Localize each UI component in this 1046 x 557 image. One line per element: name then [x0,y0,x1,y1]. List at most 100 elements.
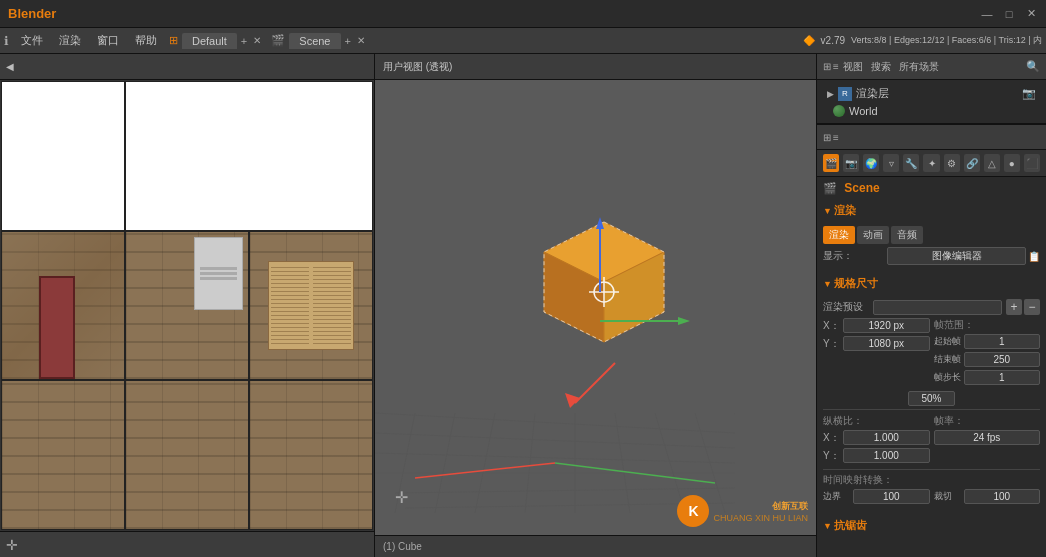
render-layer-label: 渲染层 [856,86,889,101]
svg-line-16 [415,463,555,478]
display-row: 显示： 图像编辑器 📋 [823,247,1040,265]
maximize-button[interactable]: □ [1002,7,1016,21]
render-layer-item[interactable]: ▶ R 渲染层 📷 [821,84,1042,103]
close-button[interactable]: ✕ [1024,7,1038,21]
pct-row: 50% [823,391,1040,406]
grid-cell-7[interactable] [1,380,125,530]
door-element [39,276,76,379]
prop-particle-icon[interactable]: ✦ [923,154,939,172]
prop-data-icon[interactable]: △ [984,154,1000,172]
grid-cell-2-3[interactable] [125,81,373,231]
grid-cell-9[interactable] [249,380,373,530]
display-value[interactable]: 图像编辑器 [887,247,1026,265]
time-new-group: 裁切 100 [934,489,1041,507]
nav-crosshair[interactable]: ✛ [6,537,18,553]
time-old-group: 边界 100 [823,489,930,507]
z-axis-arrow [565,353,625,413]
render-tabs-row: 渲染 动画 音频 [823,226,1040,244]
prop-material-icon[interactable]: ● [1004,154,1020,172]
render-section-title[interactable]: 渲染 [817,199,1046,222]
res-x-value[interactable]: 1920 px [843,318,930,333]
svg-line-11 [615,413,630,513]
render-layer-expand-icon: ▶ [827,89,834,99]
tab-add-button[interactable]: + [241,35,247,47]
end-frame-row: 结束帧 250 [934,352,1041,367]
render-section: 渲染 渲染 动画 音频 显示： 图像编辑器 📋 [817,199,1046,272]
grid-cell-4[interactable] [1,231,125,381]
preset-value[interactable] [873,300,1002,315]
workspace-icon: ⊞ [169,34,178,47]
search-icon[interactable]: 🔍 [1026,60,1040,73]
antialias-section-title[interactable]: 抗锯齿 [817,514,1046,537]
time-old-value[interactable]: 100 [853,489,930,504]
scene-tab-close-button[interactable]: ✕ [357,35,365,46]
prop-texture-icon[interactable]: ⬛ [1024,154,1040,172]
grid-cell-5[interactable] [125,231,249,381]
aspect-y-value[interactable]: 1.000 [843,448,930,463]
menu-file[interactable]: 文件 [13,28,51,53]
preset-add-btn[interactable]: + [1006,299,1022,315]
all-scenes-btn[interactable]: 所有场景 [895,60,943,74]
props-icon-1[interactable]: ⊞ [823,132,831,143]
viewport-nav-crosshair[interactable]: ✛ [395,488,408,507]
grid-cell-8[interactable] [125,380,249,530]
active-object-label: (1) Cube [383,541,422,552]
time-new-value[interactable]: 100 [964,489,1041,504]
end-frame-value[interactable]: 250 [964,352,1041,367]
grid-cell-6[interactable] [249,231,373,381]
display-label: 显示： [823,249,883,263]
dimensions-section-title[interactable]: 规格尺寸 [817,272,1046,295]
grid-cell-1[interactable] [1,81,125,231]
search-btn[interactable]: 搜索 [867,60,895,74]
tab-render[interactable]: 渲染 [823,226,855,244]
preset-remove-btn[interactable]: − [1024,299,1040,315]
display-icon[interactable]: 📋 [1028,251,1040,262]
view-btn[interactable]: 视图 [839,60,867,74]
frame-step-row: 帧步长 1 [934,370,1041,385]
3d-viewport[interactable]: ✛ K 创新互联 CHUANG XIN HU LIAN [375,80,816,535]
image-grid [0,80,374,531]
prop-object-icon[interactable]: ▿ [883,154,899,172]
res-framerange-cols: X： 1920 px Y： 1080 px 帧范围： 起始帧 [823,318,1040,388]
frame-step-value[interactable]: 1 [964,370,1041,385]
world-item[interactable]: World [821,103,1042,119]
prop-physics-icon[interactable]: ⚙ [944,154,960,172]
start-frame-value[interactable]: 1 [964,334,1041,349]
prop-constraint-icon[interactable]: 🔗 [964,154,980,172]
pct-value[interactable]: 50% [908,391,954,406]
menu-window[interactable]: 窗口 [89,28,127,53]
viewport-footer: (1) Cube [375,535,816,557]
aspect-y-label: Y： [823,449,843,463]
menu-help[interactable]: 帮助 [127,28,165,53]
tab-audio[interactable]: 音频 [891,226,923,244]
prop-scene-icon[interactable]: 📷 [843,154,859,172]
scene-icon: 🎬 [271,34,285,47]
prop-modifier-icon[interactable]: 🔧 [903,154,919,172]
scene-tab[interactable]: Scene [289,33,340,49]
tab-animation[interactable]: 动画 [857,226,889,244]
workspace-tab[interactable]: Default [182,33,237,49]
minimize-button[interactable]: — [980,7,994,21]
prop-world-icon[interactable]: 🌍 [863,154,879,172]
world-icon [833,105,845,117]
time-new-row: 裁切 100 [934,489,1041,504]
fps-value[interactable]: 24 fps [934,430,1041,445]
res-x-row: X： 1920 px [823,318,930,333]
tab-close-button[interactable]: ✕ [253,35,261,46]
props-icon-2[interactable]: ≡ [833,132,839,143]
dimensions-section-body: 渲染预设 + − X： 1920 px [817,295,1046,514]
svg-line-1 [375,453,735,463]
render-section-body: 渲染 动画 音频 显示： 图像编辑器 📋 [817,222,1046,272]
res-y-value[interactable]: 1080 px [843,336,930,351]
header-props-icon[interactable]: ⊞ [823,61,831,72]
shutter-element [268,261,353,350]
header-icon-btns: ⊞ ≡ [823,61,839,72]
menu-render[interactable]: 渲染 [51,28,89,53]
workspace-tabs: ⊞ Default + ✕ 🎬 Scene + ✕ [169,33,367,49]
aspect-x-value[interactable]: 1.000 [843,430,930,445]
prop-render-icon[interactable]: 🎬 [823,154,839,172]
left-panel-scroll-left[interactable]: ◀ [6,61,14,72]
render-layer-cam-icon: 📷 [1022,87,1036,100]
scene-tab-add-button[interactable]: + [345,35,351,47]
right-scroll[interactable]: 🎬 📷 🌍 ▿ 🔧 ✦ ⚙ 🔗 △ ● ⬛ 🎬 Scene 渲染 [817,150,1046,557]
